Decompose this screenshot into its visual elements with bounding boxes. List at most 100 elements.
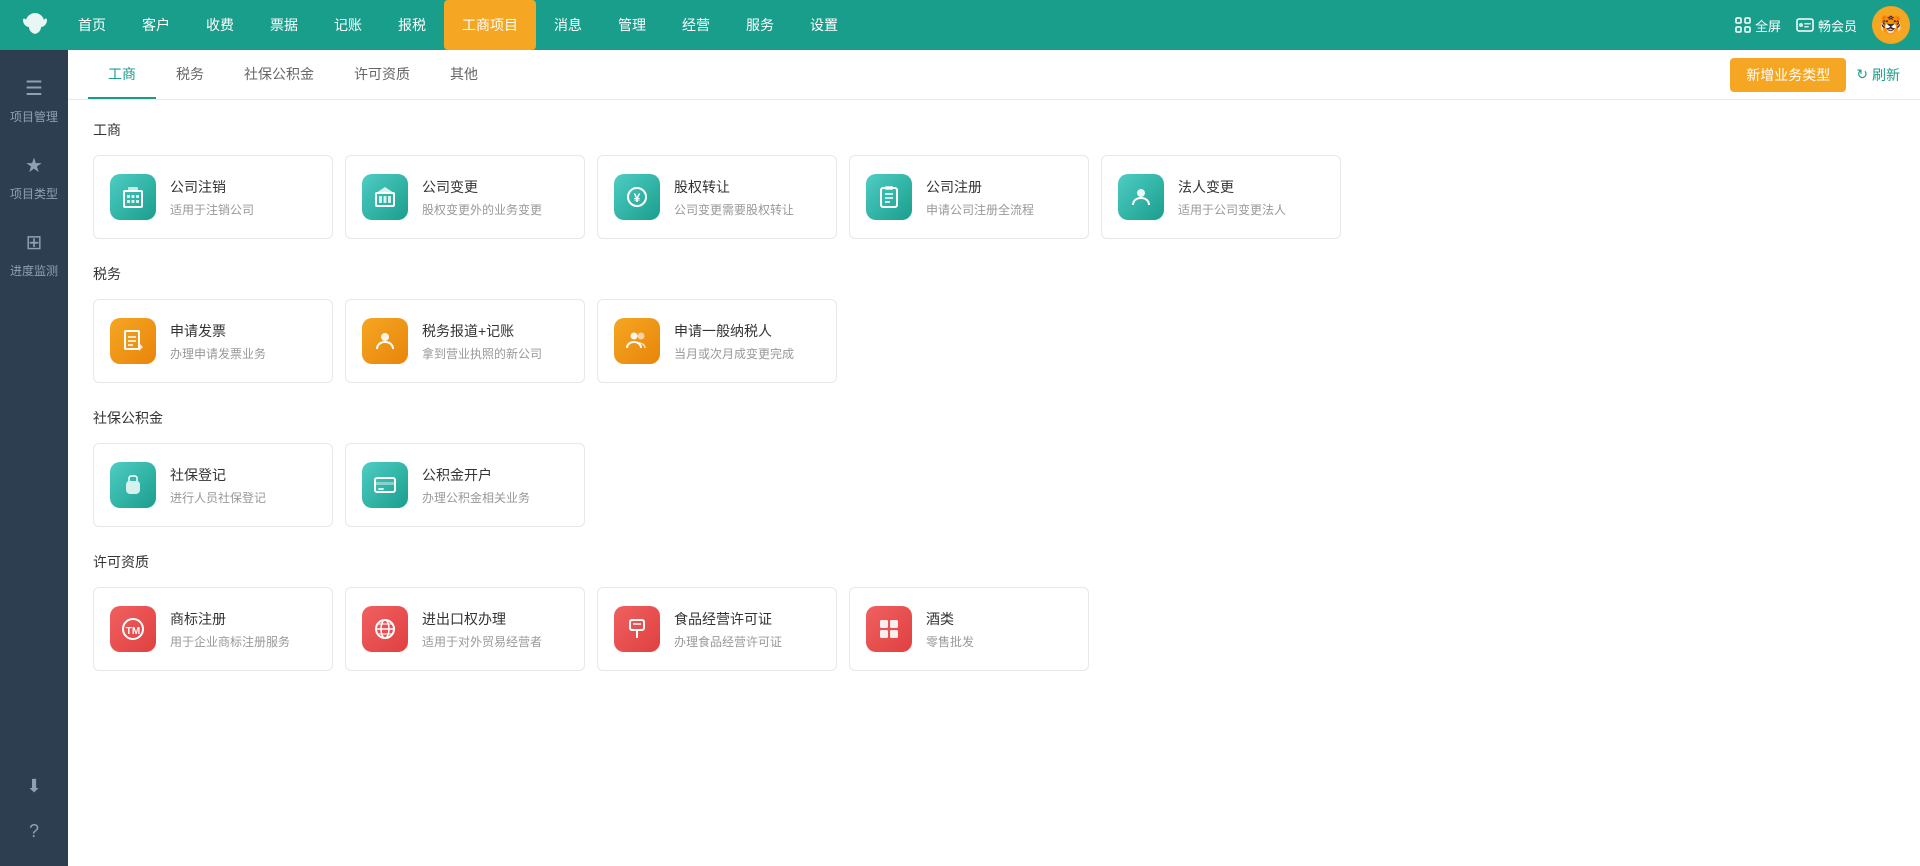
card-desc-company-register: 申请公司注册全流程 (926, 201, 1072, 218)
tab-actions: 新增业务类型 ↻ 刷新 (1730, 58, 1900, 92)
card-desc-apply-invoice: 办理申请发票业务 (170, 345, 316, 362)
card-desc-provident-fund: 办理公积金相关业务 (422, 489, 568, 506)
sidebar-label-progress: 进度监测 (10, 262, 58, 279)
app-logo (10, 11, 60, 39)
nav-item-operation[interactable]: 经营 (664, 0, 728, 50)
nav-item-biz[interactable]: 工商项目 (444, 0, 536, 50)
card-icon-company-register (866, 174, 912, 220)
card-info-alcohol: 酒类零售批发 (926, 609, 1072, 650)
nav-item-home[interactable]: 首页 (60, 0, 124, 50)
card-info-apply-invoice: 申请发票办理申请发票业务 (170, 321, 316, 362)
card-desc-general-taxpayer: 当月或次月成变更完成 (674, 345, 820, 362)
nav-item-message[interactable]: 消息 (536, 0, 600, 50)
card-desc-equity-transfer: 公司变更需要股权转让 (674, 201, 820, 218)
card-title-import-export: 进出口权办理 (422, 609, 568, 629)
card-info-company-cancel: 公司注销适用于注销公司 (170, 177, 316, 218)
card-desc-legal-change: 适用于公司变更法人 (1178, 201, 1324, 218)
card-title-alcohol: 酒类 (926, 609, 1072, 629)
sidebar-item-project-type[interactable]: ★ 项目类型 (0, 137, 68, 214)
service-card-company-change[interactable]: 公司变更股权变更外的业务变更 (345, 155, 585, 239)
nav-item-tax[interactable]: 报税 (380, 0, 444, 50)
nav-item-service[interactable]: 服务 (728, 0, 792, 50)
vip-label: 畅会员 (1818, 16, 1857, 35)
tab-items: 工商税务社保公积金许可资质其他 (88, 50, 498, 99)
card-title-company-register: 公司注册 (926, 177, 1072, 197)
service-card-general-taxpayer[interactable]: 申请一般纳税人当月或次月成变更完成 (597, 299, 837, 383)
content-area: 工商税务社保公积金许可资质其他 新增业务类型 ↻ 刷新 工商公司注销适用于注销公… (68, 50, 1920, 866)
card-grid-gongshang-section: 公司注销适用于注销公司公司变更股权变更外的业务变更 ¥ 股权转让公司变更需要股权转让… (93, 155, 1895, 239)
card-info-company-register: 公司注册申请公司注册全流程 (926, 177, 1072, 218)
tab-xuke[interactable]: 许可资质 (334, 50, 430, 99)
mascot-avatar[interactable]: 🐯 (1872, 6, 1910, 44)
vip-button[interactable]: 畅会员 (1796, 16, 1857, 35)
service-card-company-cancel[interactable]: 公司注销适用于注销公司 (93, 155, 333, 239)
service-card-legal-change[interactable]: 法人变更适用于公司变更法人 (1101, 155, 1341, 239)
card-icon-provident-fund (362, 462, 408, 508)
section-shebao-section: 社保公积金社保登记进行人员社保登记公积金开户办理公积金相关业务 (93, 408, 1895, 527)
card-info-trademark: 商标注册用于企业商标注册服务 (170, 609, 316, 650)
nav-item-settings[interactable]: 设置 (792, 0, 856, 50)
nav-item-fee[interactable]: 收费 (188, 0, 252, 50)
card-icon-trademark: TM (110, 606, 156, 652)
service-card-tax-report[interactable]: 税务报道+记账拿到营业执照的新公司 (345, 299, 585, 383)
service-card-import-export[interactable]: 进出口权办理适用于对外贸易经营者 (345, 587, 585, 671)
sidebar-item-project-mgmt[interactable]: ☰ 项目管理 (0, 60, 68, 137)
card-icon-equity-transfer: ¥ (614, 174, 660, 220)
nav-item-invoice[interactable]: 票据 (252, 0, 316, 50)
service-card-equity-transfer[interactable]: ¥ 股权转让公司变更需要股权转让 (597, 155, 837, 239)
nav-item-client[interactable]: 客户 (124, 0, 188, 50)
tab-shuiwu[interactable]: 税务 (156, 50, 224, 99)
card-icon-general-taxpayer (614, 318, 660, 364)
card-desc-alcohol: 零售批发 (926, 633, 1072, 650)
tab-bar: 工商税务社保公积金许可资质其他 新增业务类型 ↻ 刷新 (68, 50, 1920, 100)
service-card-provident-fund[interactable]: 公积金开户办理公积金相关业务 (345, 443, 585, 527)
card-title-apply-invoice: 申请发票 (170, 321, 316, 341)
sidebar-bottom-help[interactable]: ? (0, 811, 68, 851)
top-nav-right: 全屏 畅会员 🐯 (1735, 6, 1910, 44)
left-sidebar: ☰ 项目管理 ★ 项目类型 ⊞ 进度监测 ⬇? (0, 50, 68, 866)
card-icon-food-license (614, 606, 660, 652)
card-desc-food-license: 办理食品经营许可证 (674, 633, 820, 650)
tab-shebao[interactable]: 社保公积金 (224, 50, 334, 99)
card-info-food-license: 食品经营许可证办理食品经营许可证 (674, 609, 820, 650)
card-desc-company-cancel: 适用于注销公司 (170, 201, 316, 218)
top-navigation: 首页客户收费票据记账报税工商项目消息管理经营服务设置 全屏 畅会员 🐯 (0, 0, 1920, 50)
card-desc-import-export: 适用于对外贸易经营者 (422, 633, 568, 650)
page-content: 工商公司注销适用于注销公司公司变更股权变更外的业务变更¥股权转让公司变更需要股权… (68, 100, 1920, 866)
section-title-xuke-section: 许可资质 (93, 552, 1895, 572)
card-icon-apply-invoice (110, 318, 156, 364)
nav-item-manage[interactable]: 管理 (600, 0, 664, 50)
card-info-equity-transfer: 股权转让公司变更需要股权转让 (674, 177, 820, 218)
tab-gongshang[interactable]: 工商 (88, 50, 156, 99)
service-card-trademark[interactable]: TM 商标注册用于企业商标注册服务 (93, 587, 333, 671)
card-info-provident-fund: 公积金开户办理公积金相关业务 (422, 465, 568, 506)
sidebar-label-project-mgmt: 项目管理 (10, 108, 58, 125)
add-type-button[interactable]: 新增业务类型 (1730, 58, 1846, 92)
svg-text:¥: ¥ (634, 191, 641, 205)
service-card-social-insurance[interactable]: 社保登记进行人员社保登记 (93, 443, 333, 527)
card-icon-legal-change (1118, 174, 1164, 220)
card-icon-company-cancel (110, 174, 156, 220)
tab-qita[interactable]: 其他 (430, 50, 498, 99)
sidebar-item-progress[interactable]: ⊞ 进度监测 (0, 214, 68, 291)
card-title-tax-report: 税务报道+记账 (422, 321, 568, 341)
service-card-food-license[interactable]: 食品经营许可证办理食品经营许可证 (597, 587, 837, 671)
service-card-company-register[interactable]: 公司注册申请公司注册全流程 (849, 155, 1089, 239)
refresh-button[interactable]: ↻ 刷新 (1856, 65, 1900, 85)
nav-item-accounting[interactable]: 记账 (316, 0, 380, 50)
section-title-shuiwu-section: 税务 (93, 264, 1895, 284)
sidebar-bottom-download[interactable]: ⬇ (0, 766, 68, 806)
service-card-alcohol[interactable]: 酒类零售批发 (849, 587, 1089, 671)
card-info-social-insurance: 社保登记进行人员社保登记 (170, 465, 316, 506)
card-desc-company-change: 股权变更外的业务变更 (422, 201, 568, 218)
card-title-social-insurance: 社保登记 (170, 465, 316, 485)
card-info-general-taxpayer: 申请一般纳税人当月或次月成变更完成 (674, 321, 820, 362)
section-xuke-section: 许可资质TM商标注册用于企业商标注册服务进出口权办理适用于对外贸易经营者食品经营… (93, 552, 1895, 671)
fullscreen-button[interactable]: 全屏 (1735, 16, 1781, 35)
sidebar-icon-project-mgmt: ☰ (18, 72, 50, 104)
service-card-apply-invoice[interactable]: 申请发票办理申请发票业务 (93, 299, 333, 383)
section-shuiwu-section: 税务申请发票办理申请发票业务税务报道+记账拿到营业执照的新公司申请一般纳税人当月… (93, 264, 1895, 383)
card-info-legal-change: 法人变更适用于公司变更法人 (1178, 177, 1324, 218)
svg-text:TM: TM (126, 626, 140, 637)
fullscreen-label: 全屏 (1755, 16, 1781, 35)
